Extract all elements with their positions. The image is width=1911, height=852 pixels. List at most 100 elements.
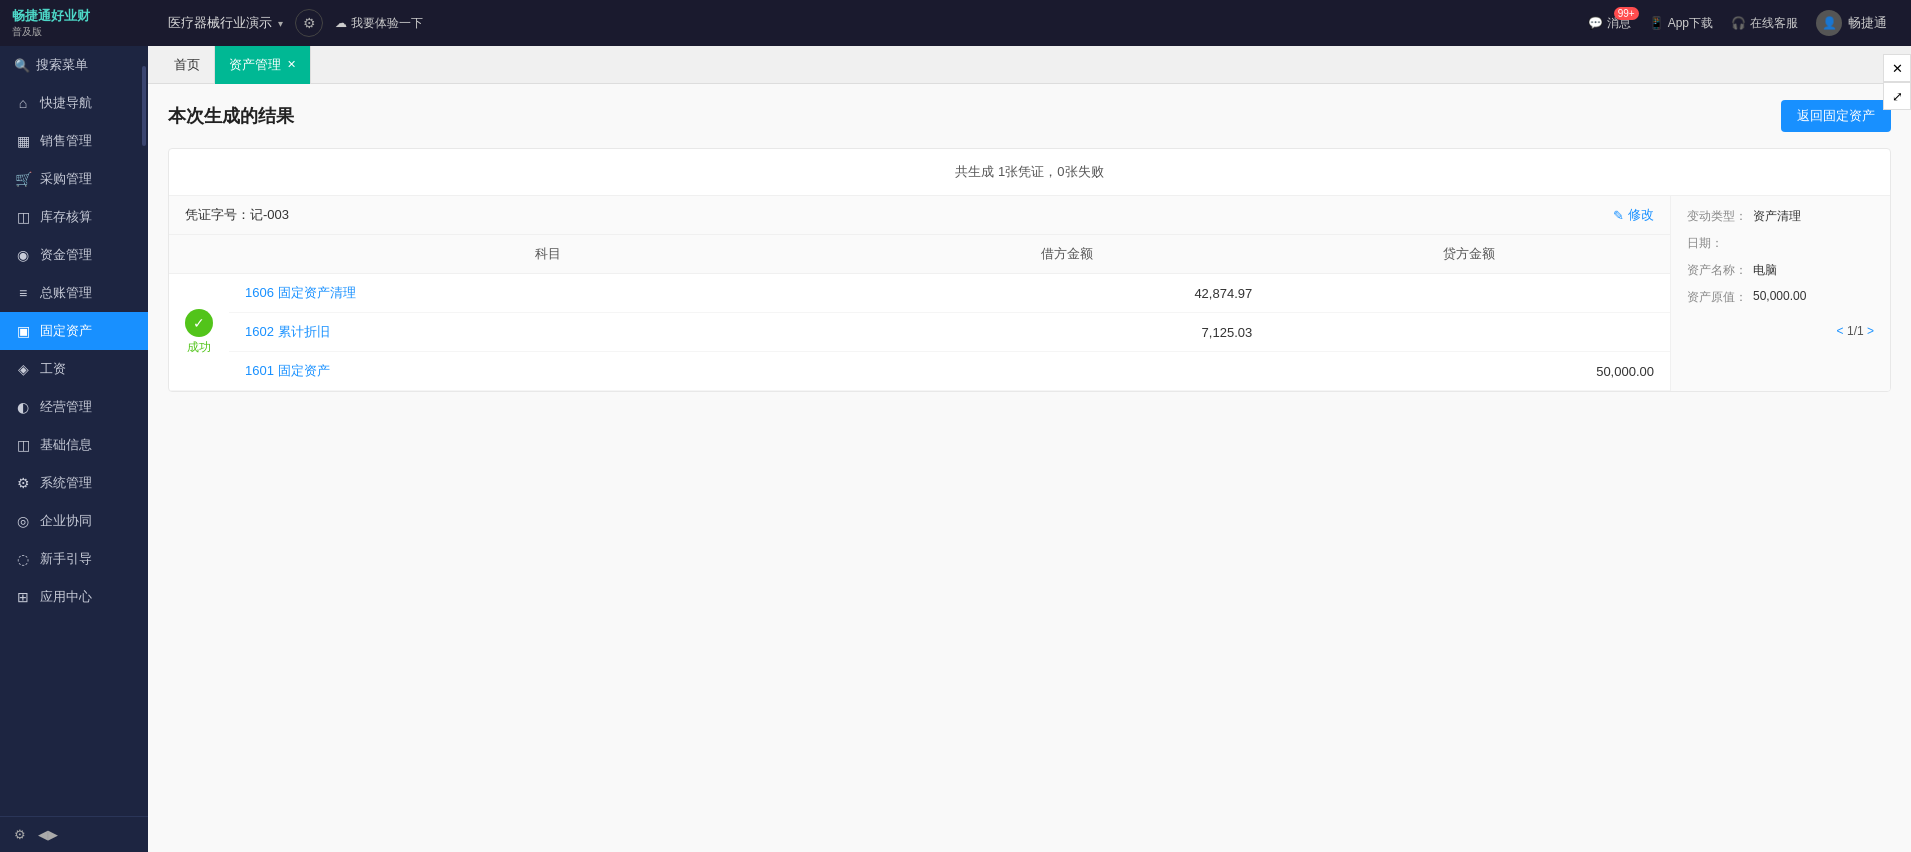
online-service-label: 在线客服 [1750,15,1798,32]
original-value-row: 资产原值： 50,000.00 [1687,289,1874,306]
sidebar-item-label: 资金管理 [40,246,92,264]
date-row: 日期： [1687,235,1874,252]
sidebar-item-system[interactable]: ⚙ 系统管理 [0,464,148,502]
logo-title: 畅捷通好业财 [12,7,90,25]
headset-icon: 🎧 [1731,16,1746,30]
header-right: 💬 消息 99+ 📱 App下载 🎧 在线客服 👤 畅捷通 [1588,10,1899,36]
logo-sub: 普及版 [12,25,42,39]
voucher-main: 凭证字号：记-003 ✎ 修改 科目 [169,196,1670,391]
sidebar-item-label: 应用中心 [40,588,92,606]
page-content: 本次生成的结果 返回固定资产 共生成 1张凭证，0张失败 凭证字号：记-003 [148,84,1911,852]
edit-icon: ✎ [1613,208,1624,223]
sidebar-item-inventory[interactable]: ◫ 库存核算 [0,198,148,236]
sidebar-item-app-center[interactable]: ⊞ 应用中心 [0,578,148,616]
feedback-button[interactable]: ☁ 我要体验一下 [335,15,423,32]
building-icon: ▣ [14,322,32,340]
company-name: 医疗器械行业演示 [168,14,272,32]
cloud-icon: ☁ [335,16,347,30]
table-row: 1601 固定资产 50,000.00 [169,352,1670,391]
tab-home-label: 首页 [174,56,200,74]
close-panel-button[interactable]: ✕ [1883,54,1911,82]
page-title-row: 本次生成的结果 返回固定资产 [168,100,1891,132]
sidebar-item-guide[interactable]: ◌ 新手引导 [0,540,148,578]
sidebar-item-basic-info[interactable]: ◫ 基础信息 [0,426,148,464]
collapse-icon[interactable]: ◀▶ [38,827,58,842]
sidebar-item-label: 系统管理 [40,474,92,492]
sidebar-item-quick-nav[interactable]: ⌂ 快捷导航 [0,84,148,122]
phone-icon: 📱 [1649,16,1664,30]
subject-col-header: 科目 [229,235,866,274]
credit-cell [1268,313,1670,352]
gear-button[interactable]: ⚙ [295,9,323,37]
sidebar-item-purchase[interactable]: 🛒 采购管理 [0,160,148,198]
success-icon: ✓ [185,309,213,337]
sidebar: 🔍 搜索菜单 ⌂ 快捷导航 ▦ 销售管理 🛒 采购管理 ◫ 库存核算 ◉ 资金管… [0,46,148,852]
result-card: 共生成 1张凭证，0张失败 凭证字号：记-003 ✎ 修改 [168,148,1891,392]
success-text: 成功 [185,339,213,356]
tab-close-icon[interactable]: ✕ [287,58,296,71]
message-badge: 99+ [1614,7,1639,20]
tab-asset-management[interactable]: 资产管理 ✕ [215,46,311,84]
status-cell: ✓ 成功 [169,274,229,391]
tab-bar: 首页 资产管理 ✕ [148,46,1911,84]
sidebar-item-cooperation[interactable]: ◎ 企业协同 [0,502,148,540]
voucher-number: 凭证字号：记-003 [185,206,289,224]
message-button[interactable]: 💬 消息 99+ [1588,15,1631,32]
avatar: 👤 [1816,10,1842,36]
sidebar-item-label: 企业协同 [40,512,92,530]
expand-panel-button[interactable]: ⤢ [1883,82,1911,110]
subject-cell: 1601 固定资产 [229,352,866,391]
ledger-icon: ≡ [14,284,32,302]
sidebar-item-sales[interactable]: ▦ 销售管理 [0,122,148,160]
system-icon: ⚙ [14,474,32,492]
date-label: 日期： [1687,235,1723,252]
company-selector[interactable]: 医疗器械行业演示 ▾ [168,14,283,32]
subject-cell: 1602 累计折旧 [229,313,866,352]
sidebar-item-label: 经营管理 [40,398,92,416]
sidebar-bottom: ⚙ ◀▶ [0,816,148,852]
money-icon: ◉ [14,246,32,264]
chart-icon: ▦ [14,132,32,150]
asset-name-value: 电脑 [1753,262,1777,279]
chevron-down-icon: ▾ [278,18,283,29]
sidebar-search[interactable]: 🔍 搜索菜单 [0,46,148,84]
operations-icon: ◐ [14,398,32,416]
sidebar-item-fixed-assets[interactable]: ▣ 固定资产 [0,312,148,350]
checkmark-icon: ✓ [193,315,205,331]
edit-button[interactable]: ✎ 修改 [1613,206,1654,224]
subject-cell: 1606 固定资产清理 [229,274,866,313]
app-download-button[interactable]: 📱 App下载 [1649,15,1713,32]
sidebar-scroll[interactable] [142,46,146,852]
change-type-value: 资产清理 [1753,208,1801,225]
table-row: 1602 累计折旧 7,125.03 [169,313,1670,352]
page-next-icon[interactable]: > [1867,324,1874,338]
sidebar-item-ledger[interactable]: ≡ 总账管理 [0,274,148,312]
asset-name-row: 资产名称： 电脑 [1687,262,1874,279]
summary-text: 共生成 1张凭证，0张失败 [955,164,1103,179]
asset-name-label: 资产名称： [1687,262,1747,279]
online-service-button[interactable]: 🎧 在线客服 [1731,15,1798,32]
sidebar-item-payroll[interactable]: ◈ 工资 [0,350,148,388]
box-icon: ◫ [14,208,32,226]
home-icon: ⌂ [14,94,32,112]
sidebar-item-label: 库存核算 [40,208,92,226]
page-title: 本次生成的结果 [168,104,294,128]
logo-area: 畅捷通好业财 普及版 [12,7,160,39]
tab-home[interactable]: 首页 [160,46,215,84]
sidebar-item-operations[interactable]: ◐ 经营管理 [0,388,148,426]
settings-icon[interactable]: ⚙ [14,827,26,842]
sidebar-item-finance[interactable]: ◉ 资金管理 [0,236,148,274]
voucher-header-row: 凭证字号：记-003 ✎ 修改 [169,196,1670,235]
return-button[interactable]: 返回固定资产 [1781,100,1891,132]
page-prev-icon[interactable]: < [1837,324,1844,338]
result-summary: 共生成 1张凭证，0张失败 [169,149,1890,196]
top-header: 畅捷通好业财 普及版 医疗器械行业演示 ▾ ⚙ ☁ 我要体验一下 💬 消息 99… [0,0,1911,46]
original-value-value: 50,000.00 [1753,289,1806,306]
sidebar-item-label: 快捷导航 [40,94,92,112]
voucher-info-panel: 变动类型： 资产清理 日期： 资产名称： 电脑 资产原值： [1670,196,1890,391]
debit-cell [866,352,1268,391]
sidebar-item-label: 工资 [40,360,66,378]
user-area[interactable]: 👤 畅捷通 [1816,10,1887,36]
debit-cell: 7,125.03 [866,313,1268,352]
debit-col-header: 借方金额 [866,235,1268,274]
